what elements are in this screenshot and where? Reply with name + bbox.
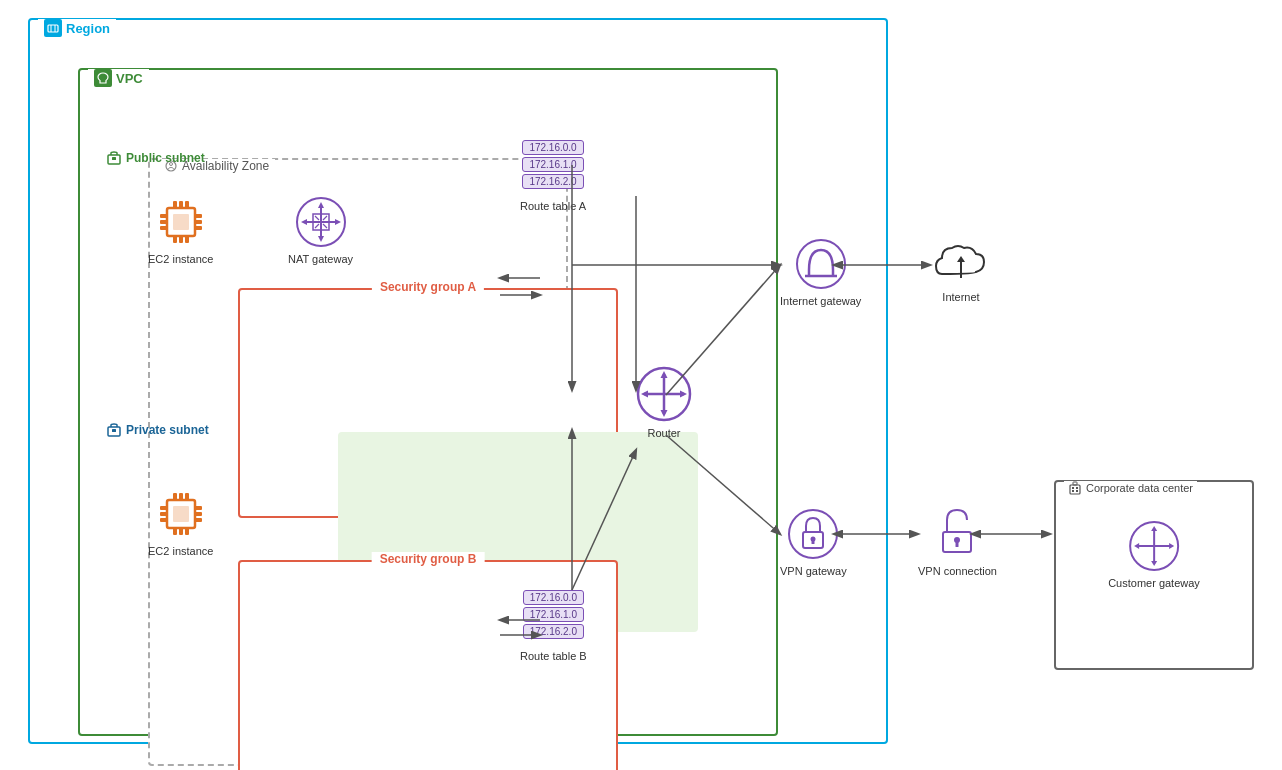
svg-rect-37 xyxy=(185,493,189,500)
region-label: Region xyxy=(38,19,116,37)
nat-gateway-icon: NAT gateway xyxy=(288,196,353,266)
svg-rect-20 xyxy=(195,214,202,218)
route-a-2: 172.16.1.0 xyxy=(522,157,583,172)
internet-icon: Internet xyxy=(930,238,992,304)
vpn-gateway-icon: VPN gateway xyxy=(780,508,847,578)
corporate-dc-box: Corporate data center Customer gateway xyxy=(1054,480,1254,670)
svg-rect-8 xyxy=(112,429,116,432)
svg-rect-14 xyxy=(173,236,177,243)
internet-gateway-icon: Internet gateway xyxy=(780,238,861,308)
svg-rect-43 xyxy=(160,518,167,522)
svg-rect-42 xyxy=(160,512,167,516)
customer-gateway-icon: Customer gateway xyxy=(1108,520,1200,590)
private-subnet-label: Private subnet xyxy=(106,422,209,438)
svg-rect-10 xyxy=(173,214,189,230)
route-b-1: 172.16.0.0 xyxy=(523,590,584,605)
svg-rect-66 xyxy=(956,542,959,547)
security-group-b-label: Security group B xyxy=(372,552,485,566)
svg-rect-15 xyxy=(179,236,183,243)
svg-rect-36 xyxy=(179,493,183,500)
svg-rect-39 xyxy=(179,528,183,535)
svg-rect-68 xyxy=(1072,487,1074,489)
svg-rect-16 xyxy=(185,236,189,243)
svg-rect-63 xyxy=(812,540,815,544)
svg-point-54 xyxy=(797,240,845,288)
svg-rect-72 xyxy=(1073,482,1077,485)
route-b-2: 172.16.1.0 xyxy=(523,607,584,622)
region-box: Region VPC Availability Zone Security gr… xyxy=(28,18,888,744)
svg-rect-67 xyxy=(1070,485,1080,494)
svg-rect-21 xyxy=(195,220,202,224)
svg-rect-38 xyxy=(173,528,177,535)
svg-rect-12 xyxy=(179,201,183,208)
svg-rect-41 xyxy=(160,506,167,510)
vpc-label: VPC xyxy=(88,69,149,87)
svg-rect-69 xyxy=(1076,487,1078,489)
route-a-1: 172.16.0.0 xyxy=(522,140,583,155)
vpn-connection-icon: VPN connection xyxy=(918,504,997,578)
security-group-a-box: Security group A xyxy=(238,288,618,518)
svg-rect-17 xyxy=(160,214,167,218)
corporate-dc-label: Corporate data center xyxy=(1064,481,1197,495)
svg-rect-35 xyxy=(173,493,177,500)
svg-rect-40 xyxy=(185,528,189,535)
svg-rect-19 xyxy=(160,226,167,230)
route-a-3: 172.16.2.0 xyxy=(522,174,583,189)
route-b-3: 172.16.2.0 xyxy=(523,624,584,639)
svg-rect-6 xyxy=(112,157,116,160)
route-table-a: 172.16.0.0 172.16.1.0 172.16.2.0 Route t… xyxy=(520,140,586,213)
svg-rect-44 xyxy=(195,506,202,510)
svg-rect-71 xyxy=(1076,490,1078,492)
svg-rect-18 xyxy=(160,220,167,224)
svg-rect-46 xyxy=(195,518,202,522)
route-table-b: 172.16.0.0 172.16.1.0 172.16.2.0 Route t… xyxy=(520,590,587,663)
svg-rect-22 xyxy=(195,226,202,230)
router-icon: Router xyxy=(636,366,692,440)
svg-rect-70 xyxy=(1072,490,1074,492)
svg-rect-0 xyxy=(48,25,58,32)
svg-rect-45 xyxy=(195,512,202,516)
ec2-instance-public: EC2 instance xyxy=(148,196,213,266)
svg-rect-11 xyxy=(173,201,177,208)
security-group-a-label: Security group A xyxy=(372,280,484,294)
svg-rect-13 xyxy=(185,201,189,208)
svg-rect-34 xyxy=(173,506,189,522)
region-icon xyxy=(44,19,62,37)
svg-marker-59 xyxy=(957,256,965,262)
public-subnet-label: Public subnet xyxy=(106,150,205,166)
vpc-icon xyxy=(94,69,112,87)
ec2-instance-private: EC2 instance xyxy=(148,488,213,558)
